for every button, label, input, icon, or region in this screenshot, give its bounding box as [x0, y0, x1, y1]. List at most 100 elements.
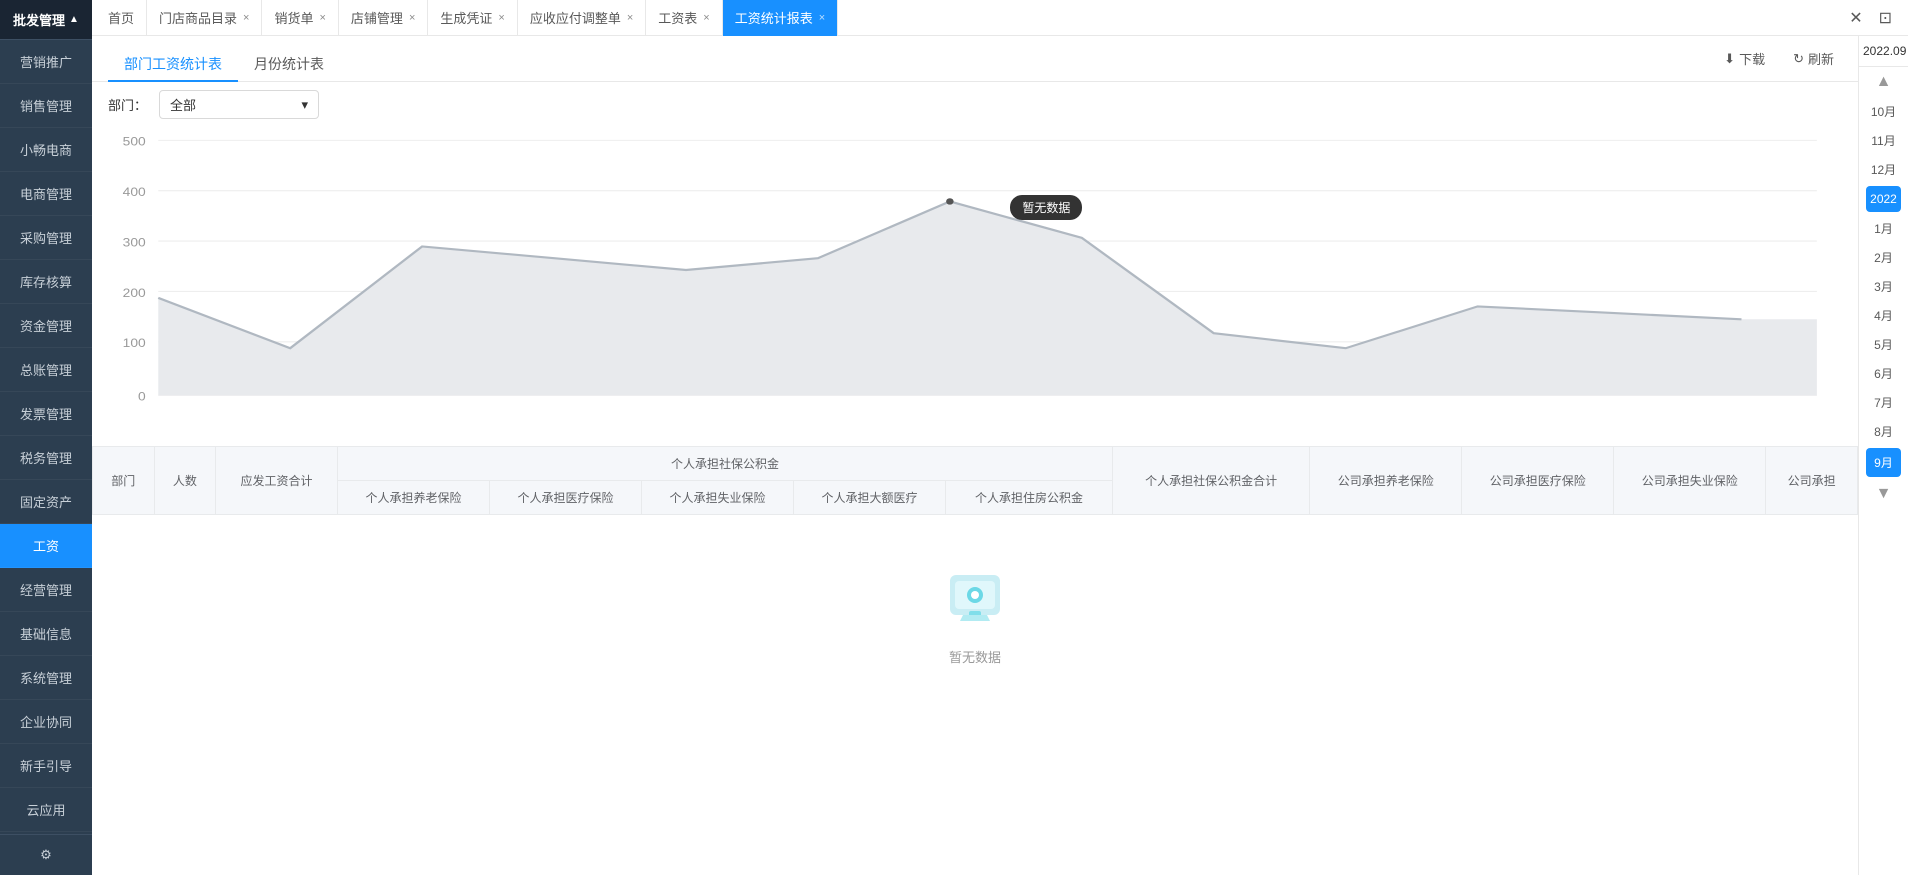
download-label: 下载: [1739, 49, 1765, 68]
sidebar: 批发管理 ▲ 营销推广销售管理小畅电商电商管理采购管理库存核算资金管理总账管理发…: [0, 0, 92, 875]
chart-svg: 500 400 300 200 100 0: [108, 135, 1842, 435]
tab-ap-adjust[interactable]: 应收应付调整单×: [518, 0, 646, 36]
tab-store-mgmt[interactable]: 店铺管理×: [339, 0, 428, 36]
date-month-item-8[interactable]: 5月: [1862, 330, 1905, 359]
sidebar-item-finance[interactable]: 资金管理: [0, 304, 92, 348]
date-month-item-0[interactable]: 10月: [1862, 97, 1905, 126]
date-month-item-10[interactable]: 7月: [1862, 388, 1905, 417]
date-month-item-2[interactable]: 12月: [1862, 155, 1905, 184]
sidebar-item-payroll[interactable]: 工资: [0, 524, 92, 568]
th-personal-unemployment: 个人承担失业保险: [641, 481, 793, 515]
sidebar-item-ecom-mgmt[interactable]: 电商管理: [0, 172, 92, 216]
tab-close-product-catalog[interactable]: ×: [243, 12, 249, 24]
tab-produce-cert[interactable]: 生成凭证×: [428, 0, 517, 36]
th-company-medical: 公司承担医疗保险: [1462, 447, 1614, 515]
tab-home[interactable]: 首页: [96, 0, 147, 36]
th-personal-pension: 个人承担养老保险: [337, 481, 489, 515]
empty-state: 暂无数据: [92, 515, 1858, 706]
tab-bar-end: ✕ ⊡: [1845, 4, 1904, 32]
sidebar-item-system[interactable]: 系统管理: [0, 656, 92, 700]
th-headcount: 人数: [154, 447, 216, 515]
date-month-item-1[interactable]: 11月: [1862, 126, 1905, 155]
svg-text:400: 400: [123, 185, 146, 199]
tab-bar: 首页门店商品目录×销货单×店铺管理×生成凭证×应收应付调整单×工资表×工资统计报…: [92, 0, 1908, 36]
restore-icon[interactable]: ⊡: [1875, 4, 1896, 32]
download-button[interactable]: ⬇ 下载: [1716, 45, 1773, 72]
date-month-item-12[interactable]: 9月: [1866, 448, 1901, 477]
date-month-item-3[interactable]: 2022: [1866, 186, 1901, 212]
svg-text:0: 0: [138, 390, 146, 404]
refresh-label: 刷新: [1808, 49, 1834, 68]
date-month-item-11[interactable]: 8月: [1862, 417, 1905, 446]
th-total-salary: 应发工资合计: [216, 447, 338, 515]
svg-text:200: 200: [123, 286, 146, 300]
sidebar-item-operations[interactable]: 经营管理: [0, 568, 92, 612]
date-month-item-6[interactable]: 3月: [1862, 272, 1905, 301]
th-company-other: 公司承担: [1766, 447, 1858, 515]
dept-filter-label: 部门：: [108, 95, 147, 114]
date-sidebar: 2022.09 ▲ 10月11月12月20221月2月3月4月5月6月7月8月9…: [1858, 36, 1908, 875]
sidebar-item-basic[interactable]: 基础信息: [0, 612, 92, 656]
sidebar-item-tax[interactable]: 税务管理: [0, 436, 92, 480]
dept-select[interactable]: 全部 ▾: [159, 90, 319, 119]
table-container[interactable]: 部门 人数 应发工资合计 个人承担社保公积金 个人承担社保公积金合计 公司承担养…: [92, 446, 1858, 875]
sidebar-item-guide[interactable]: 新手引导: [0, 744, 92, 788]
sidebar-arrow-icon: ▲: [69, 14, 79, 25]
main-area: 首页门店商品目录×销货单×店铺管理×生成凭证×应收应付调整单×工资表×工资统计报…: [92, 0, 1908, 875]
date-next-btn[interactable]: ▼: [1859, 479, 1908, 509]
sub-tabs: 部门工资统计表 月份统计表: [92, 36, 1700, 81]
settings-icon: ⚙: [40, 847, 52, 862]
content-area: 部门工资统计表 月份统计表 ⬇ 下载 ↻ 刷新 部门：: [92, 36, 1908, 875]
sub-tab-monthly-stats[interactable]: 月份统计表: [238, 48, 340, 82]
th-company-unemployment: 公司承担失业保险: [1614, 447, 1766, 515]
sidebar-item-inventory[interactable]: 库存核算: [0, 260, 92, 304]
date-month-item-5[interactable]: 2月: [1862, 243, 1905, 272]
sidebar-item-mini-ecom[interactable]: 小畅电商: [0, 128, 92, 172]
tab-payroll-report[interactable]: 工资统计报表×: [723, 0, 838, 36]
tab-close-payroll-report[interactable]: ×: [819, 12, 825, 24]
sidebar-item-cloud[interactable]: 云应用: [0, 788, 92, 832]
data-table: 部门 人数 应发工资合计 个人承担社保公积金 个人承担社保公积金合计 公司承担养…: [92, 446, 1858, 515]
filter-row: 部门： 全部 ▾: [92, 82, 1858, 127]
empty-text: 暂无数据: [949, 647, 1001, 666]
date-sidebar-title: 2022.09: [1859, 36, 1908, 67]
svg-text:300: 300: [123, 235, 146, 249]
tab-close-store-mgmt[interactable]: ×: [409, 12, 415, 24]
empty-icon: [935, 555, 1015, 635]
svg-text:100: 100: [123, 336, 146, 350]
toolbar: ⬇ 下载 ↻ 刷新: [1700, 37, 1858, 80]
sidebar-header[interactable]: 批发管理 ▲: [0, 0, 92, 40]
refresh-icon: ↻: [1793, 51, 1804, 67]
tab-sales-order[interactable]: 销货单×: [262, 0, 338, 36]
tab-close-sales-order[interactable]: ×: [319, 12, 325, 24]
tab-payroll-sheet[interactable]: 工资表×: [646, 0, 722, 36]
sidebar-item-purchase[interactable]: 采购管理: [0, 216, 92, 260]
page-area: 部门工资统计表 月份统计表 ⬇ 下载 ↻ 刷新 部门：: [92, 36, 1858, 875]
sidebar-item-ledger[interactable]: 总账管理: [0, 348, 92, 392]
tab-close-produce-cert[interactable]: ×: [498, 12, 504, 24]
tab-close-payroll-sheet[interactable]: ×: [703, 12, 709, 24]
chart-container: 500 400 300 200 100 0: [92, 127, 1858, 446]
sidebar-item-invoice[interactable]: 发票管理: [0, 392, 92, 436]
th-dept: 部门: [93, 447, 155, 515]
sidebar-item-enterprise[interactable]: 企业协同: [0, 700, 92, 744]
th-personal-housing-fund: 个人承担住房公积金: [945, 481, 1112, 515]
sub-tab-dept-stats[interactable]: 部门工资统计表: [108, 48, 238, 82]
sidebar-item-sales[interactable]: 销售管理: [0, 84, 92, 128]
date-month-item-9[interactable]: 6月: [1862, 359, 1905, 388]
date-prev-btn[interactable]: ▲: [1859, 67, 1908, 97]
sidebar-item-marketing[interactable]: 营销推广: [0, 40, 92, 84]
tab-close-ap-adjust[interactable]: ×: [627, 12, 633, 24]
close-all-icon[interactable]: ✕: [1845, 4, 1866, 32]
sidebar-item-assets[interactable]: 固定资产: [0, 480, 92, 524]
sidebar-footer-settings[interactable]: ⚙: [0, 834, 92, 875]
svg-text:500: 500: [123, 135, 146, 148]
tab-product-catalog[interactable]: 门店商品目录×: [147, 0, 262, 36]
sidebar-title: 批发管理: [13, 10, 65, 29]
refresh-button[interactable]: ↻ 刷新: [1785, 45, 1842, 72]
date-month-item-4[interactable]: 1月: [1862, 214, 1905, 243]
download-icon: ⬇: [1724, 51, 1735, 67]
chevron-down-icon: ▾: [301, 97, 308, 113]
date-month-item-7[interactable]: 4月: [1862, 301, 1905, 330]
th-personal-medical: 个人承担医疗保险: [489, 481, 641, 515]
